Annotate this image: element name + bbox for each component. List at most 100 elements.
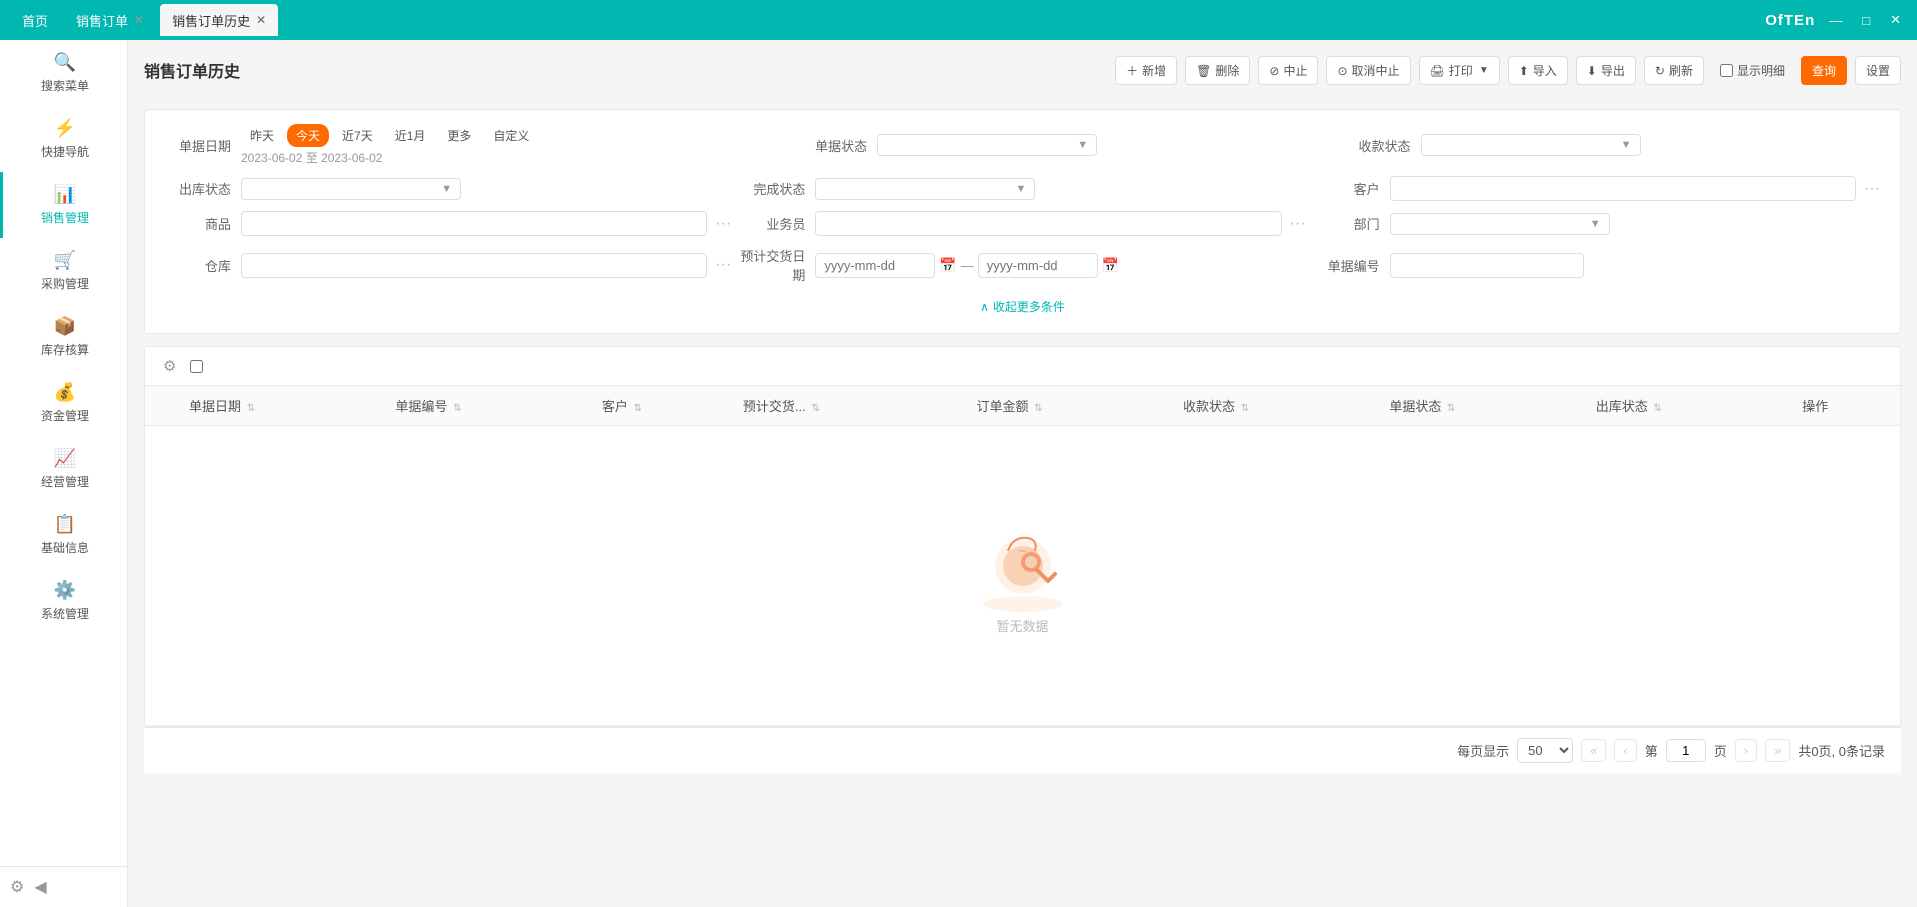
tab-sales-order[interactable]: 销售订单 ✕: [64, 4, 156, 36]
export-icon: ⬇: [1587, 64, 1597, 78]
sidebar-item-search-menu[interactable]: 🔍 搜索菜单: [0, 40, 127, 106]
sidebar-label-operations: 经营管理: [41, 473, 89, 490]
minimize-btn[interactable]: —: [1823, 13, 1848, 28]
sidebar-item-operations[interactable]: 📈 经营管理: [0, 436, 127, 502]
customer-dots-btn[interactable]: ···: [1860, 180, 1884, 198]
complete-status-control[interactable]: ▼: [815, 178, 1309, 200]
shortcut-7days[interactable]: 近7天: [333, 124, 382, 147]
th-date[interactable]: 单据日期 ⇅: [181, 386, 387, 426]
out-status-select[interactable]: ▼: [241, 178, 461, 200]
date-separator: —: [961, 258, 974, 273]
settings-btn[interactable]: 设置: [1855, 56, 1901, 85]
receipt-status-label: 收款状态: [1341, 136, 1421, 155]
filter-panel: 单据日期 昨天 今天 近7天 近1月 更多 自定义 2023-06-02 至 2…: [144, 109, 1901, 334]
delete-label: 删除: [1215, 62, 1239, 79]
sidebar-collapse-icon[interactable]: ◀: [34, 877, 46, 897]
tab-sales-order-history-close[interactable]: ✕: [256, 13, 266, 27]
date-shortcuts: 昨天 今天 近7天 近1月 更多 自定义: [241, 124, 538, 147]
th-receipt-status[interactable]: 收款状态 ⇅: [1175, 386, 1381, 426]
maximize-btn[interactable]: □: [1856, 13, 1876, 28]
th-amount[interactable]: 订单金额 ⇅: [969, 386, 1175, 426]
shortcut-custom[interactable]: 自定义: [484, 124, 538, 147]
main-layout: 🔍 搜索菜单 ⚡ 快捷导航 📊 销售管理 🛒 采购管理 📦 库存核算 💰 资金管…: [0, 40, 1917, 907]
sidebar-item-purchase[interactable]: 🛒 采购管理: [0, 238, 127, 304]
bill-status-control[interactable]: ▼: [877, 134, 1340, 156]
sidebar-item-sales[interactable]: 📊 销售管理: [0, 172, 127, 238]
customer-input[interactable]: [1390, 176, 1856, 201]
page-title: 销售订单历史: [144, 58, 240, 82]
shortcut-yesterday[interactable]: 昨天: [241, 124, 283, 147]
refresh-btn[interactable]: ↻ 刷新: [1644, 56, 1704, 85]
tab-sales-order-history[interactable]: 销售订单历史 ✕: [160, 4, 278, 36]
prev-page-btn[interactable]: ‹: [1614, 739, 1636, 762]
table-gear-btn[interactable]: ⚙: [157, 355, 182, 377]
display-toggle[interactable]: 显示明细: [1712, 57, 1793, 84]
th-bill-status[interactable]: 单据状态 ⇅: [1381, 386, 1587, 426]
sidebar-item-finance[interactable]: 💰 资金管理: [0, 370, 127, 436]
brand-label: OfTEn: [1765, 12, 1815, 29]
receipt-status-control[interactable]: ▼: [1421, 134, 1884, 156]
sidebar-label-purchase: 采购管理: [41, 275, 89, 292]
salesperson-control: ···: [815, 211, 1309, 236]
sidebar-item-inventory[interactable]: 📦 库存核算: [0, 304, 127, 370]
th-out-status[interactable]: 出库状态 ⇅: [1588, 386, 1794, 426]
first-page-btn[interactable]: «: [1581, 739, 1606, 762]
shortcut-today[interactable]: 今天: [287, 124, 329, 147]
date-control: 昨天 今天 近7天 近1月 更多 自定义 2023-06-02 至 2023-0…: [241, 124, 797, 166]
salesperson-input[interactable]: [815, 211, 1281, 236]
warehouse-input[interactable]: [241, 253, 707, 278]
last-page-btn[interactable]: »: [1765, 739, 1790, 762]
close-window-btn[interactable]: ✕: [1884, 12, 1907, 28]
empty-illustration: ~: [963, 516, 1083, 616]
home-tab[interactable]: 首页: [10, 4, 60, 36]
select-all-checkbox[interactable]: [190, 360, 203, 373]
goods-input[interactable]: [241, 211, 707, 236]
tab-sales-order-close[interactable]: ✕: [134, 13, 144, 27]
cancel-stop-btn[interactable]: ⊙ 取消中止: [1326, 56, 1410, 85]
th-delivery[interactable]: 预计交货... ⇅: [735, 386, 969, 426]
stop-btn[interactable]: ⊘ 中止: [1258, 56, 1318, 85]
empty-row: ~ 暂无数据: [145, 426, 1900, 726]
print-btn[interactable]: 🖨 打印 ▼: [1419, 56, 1500, 85]
dept-select[interactable]: ▼: [1390, 213, 1610, 235]
svg-text:~: ~: [1018, 543, 1026, 559]
empty-text: 暂无数据: [996, 616, 1048, 635]
bill-status-select[interactable]: ▼: [877, 134, 1097, 156]
delete-btn[interactable]: 🗑 删除: [1185, 56, 1250, 85]
warehouse-dots-btn[interactable]: ···: [711, 256, 735, 274]
query-btn[interactable]: 查询: [1801, 56, 1847, 85]
sidebar-item-basic-info[interactable]: 📋 基础信息: [0, 502, 127, 568]
goods-dots-btn[interactable]: ···: [711, 215, 735, 233]
next-page-btn[interactable]: ›: [1735, 739, 1757, 762]
export-btn[interactable]: ⬇ 导出: [1576, 56, 1636, 85]
salesperson-dots-btn[interactable]: ···: [1286, 215, 1310, 233]
inventory-icon: 📦: [54, 316, 76, 337]
print-icon: 🖨: [1430, 64, 1445, 78]
dept-control[interactable]: ▼: [1390, 213, 1884, 235]
sidebar-label-system: 系统管理: [41, 605, 89, 622]
import-label: 导入: [1533, 62, 1557, 79]
delivery-date-from-input[interactable]: [815, 253, 935, 278]
import-btn[interactable]: ⬆ 导入: [1508, 56, 1568, 85]
current-page-input[interactable]: [1666, 739, 1706, 762]
out-status-control[interactable]: ▼: [241, 178, 735, 200]
sidebar-item-system[interactable]: ⚙️ 系统管理: [0, 568, 127, 634]
receipt-status-select[interactable]: ▼: [1421, 134, 1641, 156]
collapse-bar[interactable]: ∧ 收起更多条件: [161, 294, 1884, 319]
complete-status-select[interactable]: ▼: [815, 178, 1035, 200]
sidebar-settings-icon[interactable]: ⚙: [10, 877, 24, 897]
shortcut-more[interactable]: 更多: [438, 124, 480, 147]
bill-no-input[interactable]: [1390, 253, 1584, 278]
th-no[interactable]: 单据编号 ⇅: [387, 386, 593, 426]
new-btn[interactable]: ＋ 新增: [1115, 56, 1177, 85]
page-size-select[interactable]: 20 50 100: [1517, 738, 1573, 763]
calendar-from-icon[interactable]: 📅: [939, 257, 956, 274]
shortcut-1month[interactable]: 近1月: [386, 124, 435, 147]
sidebar-item-quick-nav[interactable]: ⚡ 快捷导航: [0, 106, 127, 172]
delivery-date-to-input[interactable]: [978, 253, 1098, 278]
th-customer[interactable]: 客户 ⇅: [594, 386, 735, 426]
calendar-to-icon[interactable]: 📅: [1102, 257, 1119, 274]
display-toggle-checkbox[interactable]: [1720, 64, 1733, 77]
toolbar: ＋ 新增 🗑 删除 ⊘ 中止 ⊙ 取消中止 🖨 打印: [1115, 56, 1901, 85]
import-icon: ⬆: [1519, 64, 1529, 78]
